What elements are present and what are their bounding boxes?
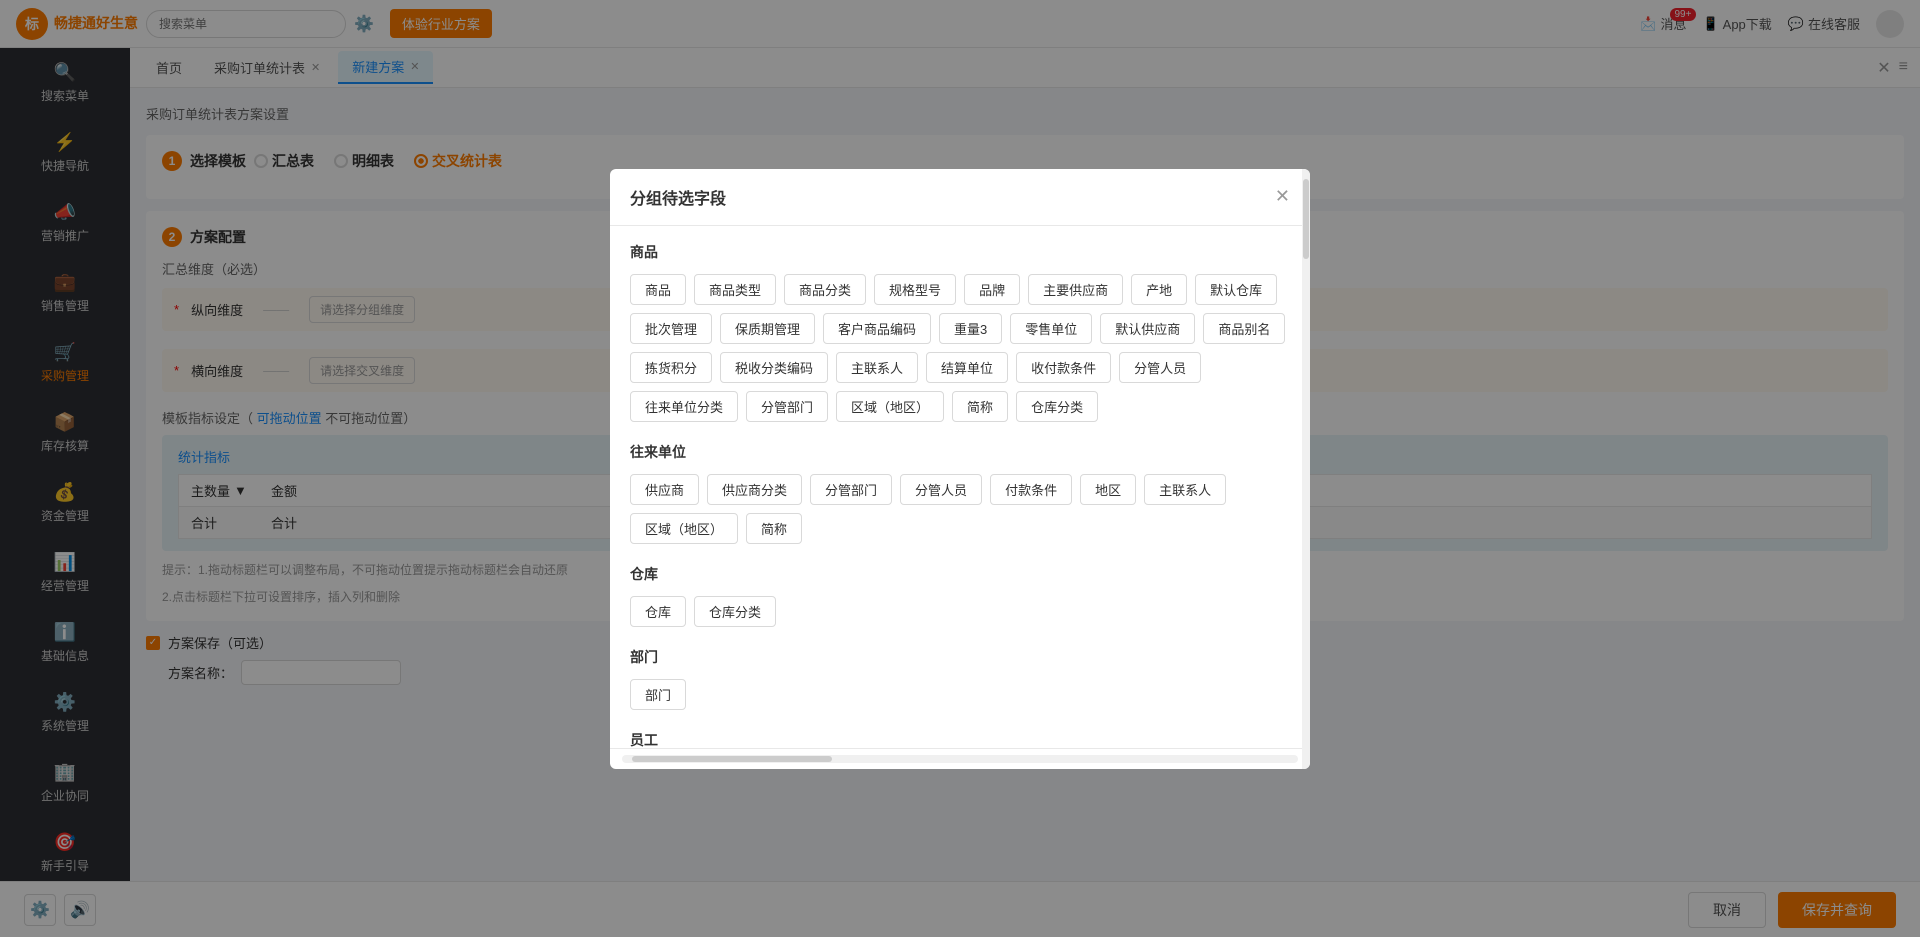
modal-header: 分组待选字段 ✕ (610, 169, 1310, 226)
field-tag[interactable]: 仓库 (630, 596, 686, 627)
field-tag[interactable]: 仓库分类 (694, 596, 776, 627)
field-tag[interactable]: 拣货积分 (630, 352, 712, 383)
field-tag[interactable]: 区域（地区） (836, 391, 944, 422)
modal-section-tags-warehouse: 仓库仓库分类 (630, 596, 1290, 627)
modal-section-tags-product: 商品商品类型商品分类规格型号品牌主要供应商产地默认仓库批次管理保质期管理客户商品… (630, 274, 1290, 422)
modal-section-title-product: 商品 (630, 242, 1290, 262)
field-tag[interactable]: 主联系人 (836, 352, 918, 383)
modal-section-tags-department: 部门 (630, 679, 1290, 710)
field-tag[interactable]: 分管部门 (746, 391, 828, 422)
modal-section-tags-partner: 供应商供应商分类分管部门分管人员付款条件地区主联系人区域（地区） 简称 (630, 474, 1290, 544)
field-tag[interactable]: 分管人员 (900, 474, 982, 505)
field-tag[interactable]: 收付款条件 (1016, 352, 1111, 383)
field-tag[interactable]: 客户商品编码 (823, 313, 931, 344)
field-tag[interactable]: 零售单位 (1010, 313, 1092, 344)
modal-section-department: 部门部门 (630, 647, 1290, 710)
field-tag[interactable]: 部门 (630, 679, 686, 710)
modal-body: 商品商品商品类型商品分类规格型号品牌主要供应商产地默认仓库批次管理保质期管理客户… (610, 226, 1310, 748)
modal-overlay: 分组待选字段 ✕ 商品商品商品类型商品分类规格型号品牌主要供应商产地默认仓库批次… (0, 0, 1920, 937)
field-tag[interactable]: 商品别名 (1203, 313, 1285, 344)
field-tag[interactable]: 默认供应商 (1100, 313, 1195, 344)
field-tag[interactable]: 主联系人 (1144, 474, 1226, 505)
field-tag[interactable]: 分管人员 (1119, 352, 1201, 383)
modal-section-warehouse: 仓库仓库仓库分类 (630, 564, 1290, 627)
modal-section-title-employee: 员工 (630, 730, 1290, 748)
modal-section-product: 商品商品商品类型商品分类规格型号品牌主要供应商产地默认仓库批次管理保质期管理客户… (630, 242, 1290, 422)
field-tag[interactable]: 品牌 (964, 274, 1020, 305)
field-tag[interactable]: 简称 (952, 391, 1008, 422)
field-tag[interactable]: 重量3 (939, 313, 1002, 344)
modal-section-partner: 往来单位供应商供应商分类分管部门分管人员付款条件地区主联系人区域（地区） 简称 (630, 442, 1290, 544)
modal-vertical-scrollbar-track (1302, 169, 1310, 769)
field-tag[interactable]: 商品分类 (784, 274, 866, 305)
field-tag[interactable]: 产地 (1131, 274, 1187, 305)
field-tag[interactable]: 规格型号 (874, 274, 956, 305)
field-tag[interactable]: 批次管理 (630, 313, 712, 344)
modal-section-employee: 员工业务员 (630, 730, 1290, 748)
field-tag[interactable]: 简称 (746, 513, 802, 544)
modal-h-scroll-thumb (632, 756, 832, 762)
modal-close-btn[interactable]: ✕ (1275, 186, 1290, 207)
field-tag[interactable]: 保质期管理 (720, 313, 815, 344)
modal-title: 分组待选字段 (630, 185, 726, 209)
modal-vertical-scrollbar-thumb (1303, 179, 1309, 259)
field-tag[interactable]: 往来单位分类 (630, 391, 738, 422)
modal-section-title-department: 部门 (630, 647, 1290, 667)
field-tag[interactable]: 区域（地区） (630, 513, 738, 544)
field-tag[interactable]: 结算单位 (926, 352, 1008, 383)
modal-bottom-scrollbar (610, 748, 1310, 769)
field-tag[interactable]: 默认仓库 (1195, 274, 1277, 305)
modal-section-title-warehouse: 仓库 (630, 564, 1290, 584)
field-tag[interactable]: 供应商分类 (707, 474, 802, 505)
field-tag[interactable]: 付款条件 (990, 474, 1072, 505)
modal-horizontal-scrollbar[interactable] (622, 755, 1298, 763)
field-tag[interactable]: 主要供应商 (1028, 274, 1123, 305)
field-tag[interactable]: 供应商 (630, 474, 699, 505)
field-tag[interactable]: 地区 (1080, 474, 1136, 505)
modal-dialog: 分组待选字段 ✕ 商品商品商品类型商品分类规格型号品牌主要供应商产地默认仓库批次… (610, 169, 1310, 769)
field-tag[interactable]: 分管部门 (810, 474, 892, 505)
field-tag[interactable]: 仓库分类 (1016, 391, 1098, 422)
modal-section-title-partner: 往来单位 (630, 442, 1290, 462)
field-tag[interactable]: 商品 (630, 274, 686, 305)
field-tag[interactable]: 税收分类编码 (720, 352, 828, 383)
field-tag[interactable]: 商品类型 (694, 274, 776, 305)
